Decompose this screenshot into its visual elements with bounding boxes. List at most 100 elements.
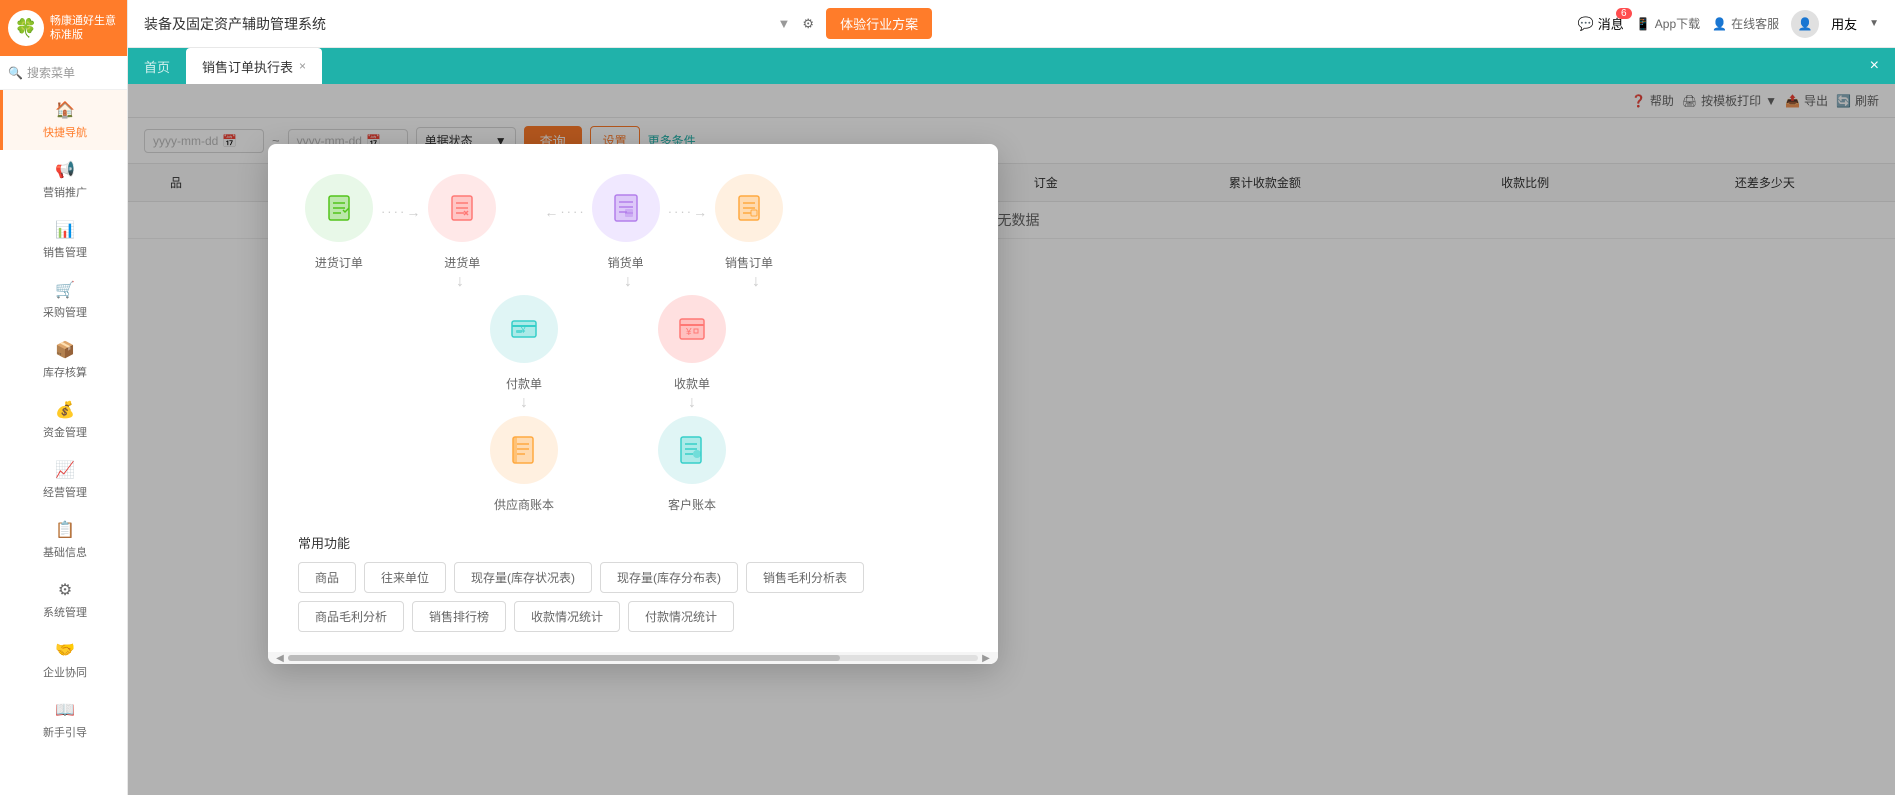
btn-sales-rank[interactable]: 销售排行榜 (412, 601, 506, 632)
sidebar-logo: 🍀 畅康通好生意 标准版 (0, 0, 127, 56)
purchase-icon: 🛒 (55, 280, 75, 300)
search-icon: 🔍 (8, 66, 23, 80)
flow-item-sales-order[interactable]: 销售订单 (715, 174, 783, 271)
flow-item-payment[interactable]: ¥ 付款单 (490, 295, 558, 392)
sidebar-item-basic[interactable]: 📋 基础信息 (0, 510, 127, 570)
logo-icon: 🍀 (8, 10, 44, 46)
dropdown-icon: ▼ (778, 16, 791, 31)
system-title: 装备及固定资产辅助管理系统 (144, 14, 766, 34)
flow-item-customer-ledger[interactable]: 客户账本 (658, 416, 726, 513)
content-area: ❓ 帮助 🖨 按模板打印 ▼ 📤 导出 🔄 刷新 (128, 84, 1895, 795)
nav-label-basic: 基础信息 (43, 544, 87, 560)
guide-icon: 📖 (55, 700, 75, 720)
btn-partners[interactable]: 往来单位 (364, 562, 446, 593)
supplier-ledger-label: 供应商账本 (494, 496, 554, 513)
tabs-bar: 首页 销售订单执行表 × × (128, 48, 1895, 84)
purchase-order-label: 进货订单 (315, 254, 363, 271)
message-icon: 💬 (1578, 16, 1594, 32)
nav-label-collab: 企业协同 (43, 664, 87, 680)
sidebar-item-sales[interactable]: 📊 销售管理 (0, 210, 127, 270)
receipt-icon: ¥ (658, 295, 726, 363)
quick-nav-modal: 进货订单 ····→ (268, 144, 998, 664)
nav-label-operations: 经营管理 (43, 484, 87, 500)
svg-text:¥: ¥ (685, 327, 692, 338)
payment-icon: ¥ (490, 295, 558, 363)
sales-order-icon (715, 174, 783, 242)
scrollbar-track[interactable] (288, 655, 978, 661)
collab-icon: 🤝 (55, 640, 75, 660)
sales-invoice-icon (592, 174, 660, 242)
scroll-left-btn[interactable]: ◀ (272, 650, 288, 664)
nav-label-inventory: 库存核算 (43, 364, 87, 380)
app-download-btn[interactable]: 📱 App下载 (1636, 15, 1700, 32)
sales-invoice-label: 销货单 (608, 254, 644, 271)
inventory-icon: 📦 (55, 340, 75, 360)
btn-goods-gross[interactable]: 商品毛利分析 (298, 601, 404, 632)
sales-order-label: 销售订单 (725, 254, 773, 271)
scrollbar-thumb[interactable] (288, 655, 840, 661)
message-btn[interactable]: 💬 消息 6 (1578, 14, 1624, 33)
arrow-invoice-to-sales-order: ····→ (660, 204, 715, 220)
btn-stock-dist[interactable]: 现存量(库存分布表) (600, 562, 738, 593)
flow-item-sales-invoice[interactable]: 销货单 (592, 174, 660, 271)
sidebar-item-marketing[interactable]: 📢 营销推广 (0, 150, 127, 210)
nav-label-sales: 销售管理 (43, 244, 87, 260)
customer-ledger-icon (658, 416, 726, 484)
nav-label-marketing: 营销推广 (43, 184, 87, 200)
home-icon: 🏠 (55, 100, 75, 120)
sidebar-item-inventory[interactable]: 📦 库存核算 (0, 330, 127, 390)
sales-icon: 📊 (55, 220, 75, 240)
modal-scrollbar: ◀ ▶ (268, 652, 998, 664)
flow-item-receipt[interactable]: ¥ 收款单 (658, 295, 726, 392)
common-section: 常用功能 商品 往来单位 现存量(库存状况表) 现存量(库存分布表) 销售毛利分… (268, 533, 998, 652)
arrow-sales-order-to-invoice: ←···· (536, 204, 591, 220)
main-area: 装备及固定资产辅助管理系统 ▼ ⚙ 体验行业方案 💬 消息 6 📱 App下载 … (128, 0, 1895, 795)
online-service-btn[interactable]: 👤 在线客服 (1712, 15, 1779, 32)
sidebar-item-finance[interactable]: 💰 资金管理 (0, 390, 127, 450)
logo-text: 畅康通好生意 标准版 (50, 14, 116, 43)
flow-section: 进货订单 ····→ (268, 144, 998, 533)
experience-btn[interactable]: 体验行业方案 (826, 8, 932, 39)
nav-label-system: 系统管理 (43, 604, 87, 620)
sidebar: 🍀 畅康通好生意 标准版 🔍 搜索菜单 🏠 快捷导航 📢 营销推广 📊 销售管理 (0, 0, 128, 795)
scroll-right-btn[interactable]: ▶ (978, 650, 994, 664)
close-all-tabs[interactable]: × (1870, 57, 1895, 75)
sidebar-item-system[interactable]: ⚙ 系统管理 (0, 570, 127, 630)
tab-home[interactable]: 首页 (128, 48, 186, 84)
btn-sales-gross[interactable]: 销售毛利分析表 (746, 562, 864, 593)
tab-sales-order[interactable]: 销售订单执行表 × (186, 48, 322, 84)
sidebar-item-quick[interactable]: 🏠 快捷导航 (0, 90, 127, 150)
operations-icon: 📈 (55, 460, 75, 480)
finance-icon: 💰 (55, 400, 75, 420)
message-badge: 6 (1616, 8, 1632, 19)
download-icon: 📱 (1636, 17, 1651, 31)
sidebar-item-operations[interactable]: 📈 经营管理 (0, 450, 127, 510)
nav-label-guide: 新手引导 (43, 724, 87, 740)
btn-receipt-stat[interactable]: 收款情况统计 (514, 601, 620, 632)
user-dropdown-icon[interactable]: ▼ (1869, 18, 1879, 29)
btn-stock-status[interactable]: 现存量(库存状况表) (454, 562, 592, 593)
receipt-label: 收款单 (674, 375, 710, 392)
flow-item-supplier-ledger[interactable]: 供应商账本 (490, 416, 558, 513)
system-icon: ⚙ (58, 580, 72, 600)
sidebar-item-guide[interactable]: 📖 新手引导 (0, 690, 127, 750)
purchase-order-icon (305, 174, 373, 242)
settings-icon[interactable]: ⚙ (802, 16, 814, 32)
purchase-invoice-label: 进货单 (444, 254, 480, 271)
tab-close-sales-order[interactable]: × (299, 59, 306, 73)
supplier-ledger-icon (490, 416, 558, 484)
btn-goods[interactable]: 商品 (298, 562, 356, 593)
sidebar-search[interactable]: 🔍 搜索菜单 (0, 56, 127, 90)
common-buttons: 商品 往来单位 现存量(库存状况表) 现存量(库存分布表) 销售毛利分析表 商品… (298, 562, 968, 632)
sidebar-item-purchase[interactable]: 🛒 采购管理 (0, 270, 127, 330)
nav-label-quick: 快捷导航 (43, 124, 87, 140)
search-label: 搜索菜单 (27, 64, 75, 81)
sidebar-item-collab[interactable]: 🤝 企业协同 (0, 630, 127, 690)
user-avatar: 👤 (1791, 10, 1819, 38)
flow-item-purchase-invoice[interactable]: 进货单 (428, 174, 496, 271)
btn-payment-stat[interactable]: 付款情况统计 (628, 601, 734, 632)
modal-overlay[interactable]: 进货订单 ····→ (128, 84, 1895, 795)
nav-label-finance: 资金管理 (43, 424, 87, 440)
top-bar: 装备及固定资产辅助管理系统 ▼ ⚙ 体验行业方案 💬 消息 6 📱 App下载 … (128, 0, 1895, 48)
flow-item-purchase-order[interactable]: 进货订单 (305, 174, 373, 271)
